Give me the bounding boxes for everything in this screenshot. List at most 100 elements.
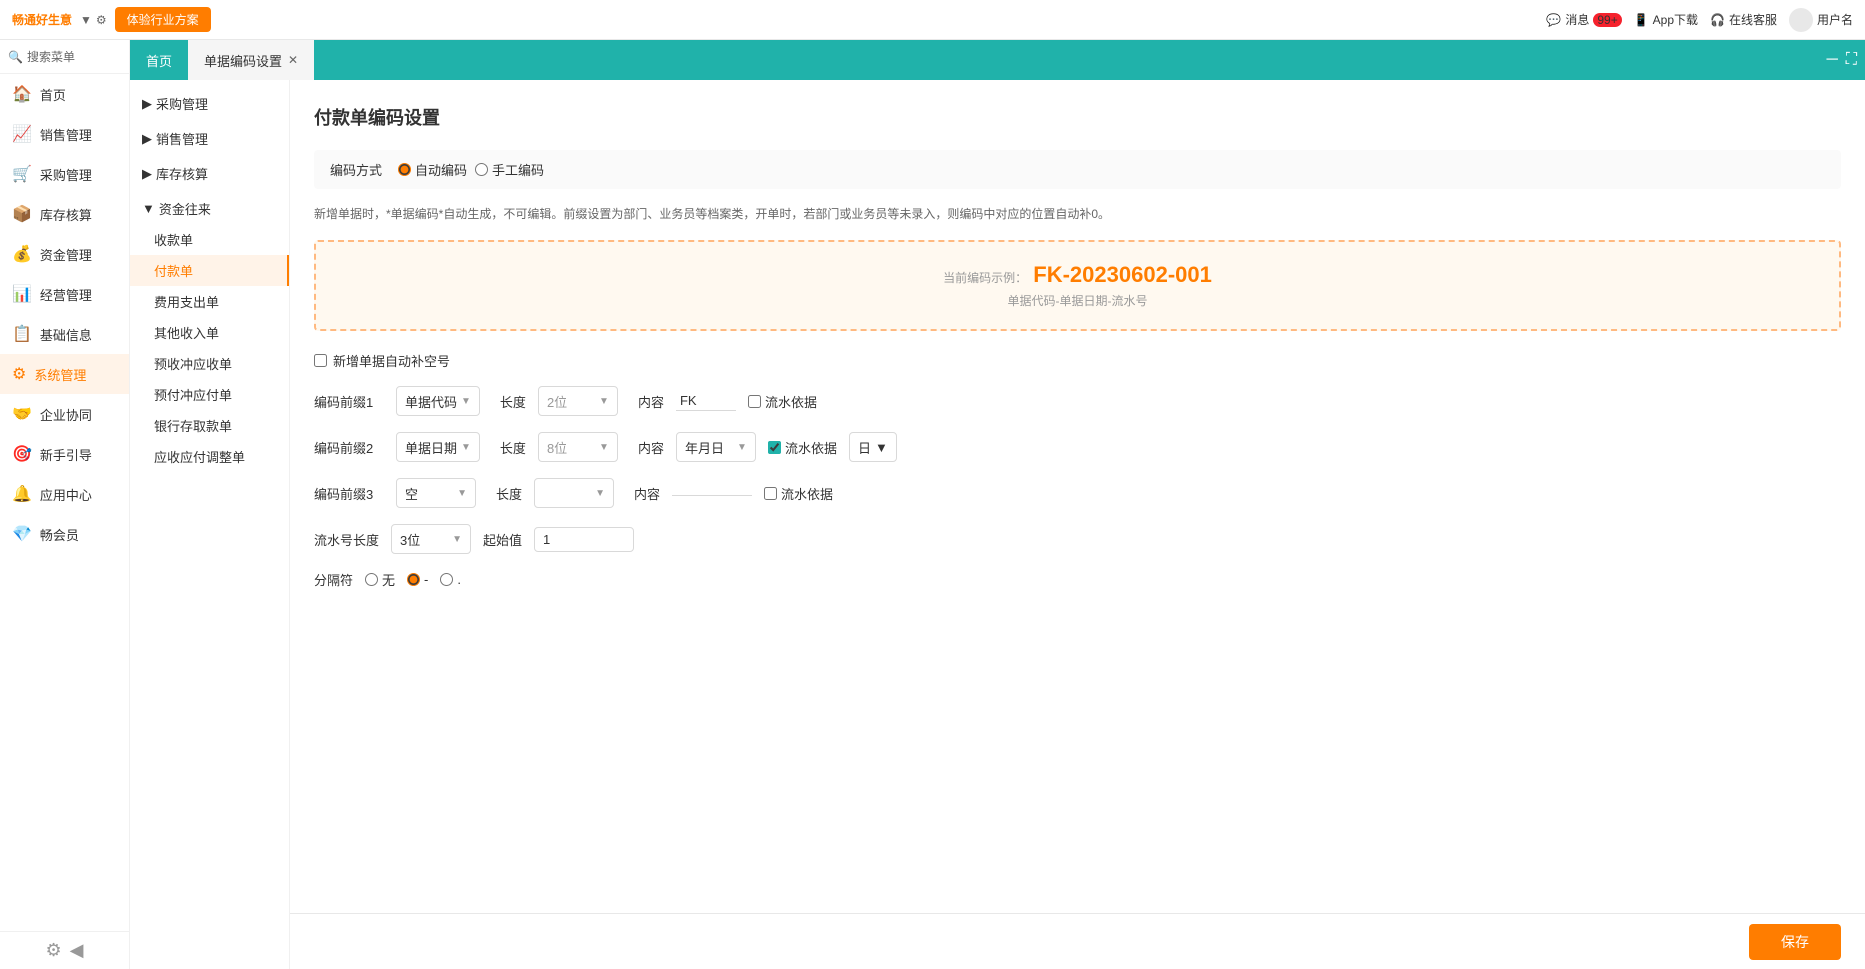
- user-info[interactable]: 用户名: [1789, 8, 1853, 32]
- sidebar-item-member[interactable]: 💎 畅会员: [0, 514, 129, 554]
- sec-item-prepay-ar[interactable]: 预收冲应收单: [130, 348, 289, 379]
- auto-fill-label: 新增单据自动补空号: [333, 351, 450, 370]
- prefix1-length-select[interactable]: 2位 ▼: [538, 386, 618, 416]
- app-download-button[interactable]: 📱 App下载: [1634, 11, 1698, 28]
- prefix3-select[interactable]: 空 ▼: [396, 478, 476, 508]
- auto-encode-radio[interactable]: [398, 163, 411, 176]
- serial-row: 流水号长度 3位 ▼ 起始值: [314, 524, 1841, 554]
- manual-encode-option[interactable]: 手工编码: [475, 160, 544, 179]
- message-badge: 99+: [1593, 13, 1621, 27]
- tab-minimize-icon[interactable]: ─: [1826, 51, 1837, 69]
- online-service-button[interactable]: 🎧 在线客服: [1710, 11, 1777, 28]
- sidebar-item-apps[interactable]: 🔔 应用中心: [0, 474, 129, 514]
- sep-dash-option[interactable]: -: [407, 572, 428, 587]
- sidebar-item-inventory[interactable]: 📦 库存核算: [0, 194, 129, 234]
- sec-header-capital[interactable]: ▼资金往来: [130, 193, 289, 224]
- sidebar: 🔍 搜索菜单 🏠 首页 📈 销售管理 🛒 采购管理 📦 库存核算 💰 资金管理 …: [0, 40, 130, 969]
- tab-close-icon[interactable]: ✕: [288, 53, 298, 67]
- sec-item-prepay-ap[interactable]: 预付冲应付单: [130, 379, 289, 410]
- sep-none-radio[interactable]: [365, 573, 378, 586]
- sidebar-item-home[interactable]: 🏠 首页: [0, 74, 129, 114]
- prefix2-day-select[interactable]: 日 ▼: [849, 432, 897, 462]
- basic-icon: 📋: [12, 324, 32, 344]
- manual-encode-radio[interactable]: [475, 163, 488, 176]
- tab-bar-right: ─ ⛶: [1826, 51, 1865, 69]
- sidebar-item-finance[interactable]: 💰 资金管理: [0, 234, 129, 274]
- main-layout: 🔍 搜索菜单 🏠 首页 📈 销售管理 🛒 采购管理 📦 库存核算 💰 资金管理 …: [0, 40, 1865, 969]
- sep-none-option[interactable]: 无: [365, 570, 395, 589]
- sidebar-item-system[interactable]: ⚙ 系统管理: [0, 354, 129, 394]
- serial-length-label: 流水号长度: [314, 530, 379, 549]
- prefix1-serial-checkbox[interactable]: [748, 395, 761, 408]
- sidebar-item-label: 库存核算: [40, 205, 92, 224]
- separator-label: 分隔符: [314, 570, 353, 589]
- nav-dropdown[interactable]: ▼: [80, 13, 92, 27]
- sidebar-item-guide[interactable]: 🎯 新手引导: [0, 434, 129, 474]
- tab-home[interactable]: 首页: [130, 40, 188, 80]
- sidebar-item-label: 系统管理: [34, 365, 86, 384]
- chevron-down-icon: ▼: [461, 396, 471, 407]
- sidebar-settings-icon[interactable]: ⚙: [46, 940, 62, 961]
- prefix1-length-label: 长度: [500, 392, 526, 411]
- prefix3-length-label: 长度: [496, 484, 522, 503]
- message-button[interactable]: 💬 消息 99+: [1546, 11, 1621, 28]
- tab-bar: 首页 单据编码设置 ✕ ─ ⛶: [130, 40, 1865, 80]
- sidebar-item-sales[interactable]: 📈 销售管理: [0, 114, 129, 154]
- sidebar-item-collab[interactable]: 🤝 企业协同: [0, 394, 129, 434]
- tab-expand-icon[interactable]: ⛶: [1846, 51, 1857, 69]
- sales-icon: 📈: [12, 124, 32, 144]
- chevron-down-icon: ▼: [875, 440, 888, 455]
- sec-item-payment[interactable]: 付款单: [130, 255, 289, 286]
- top-bar-left: 畅通好生意 ▼ ⚙ 体验行业方案: [12, 7, 1538, 32]
- sec-header-inventory[interactable]: ▶库存核算: [130, 158, 289, 189]
- auto-fill-checkbox[interactable]: [314, 354, 327, 367]
- guide-icon: 🎯: [12, 444, 32, 464]
- sep-dot-radio[interactable]: [440, 573, 453, 586]
- info-text: 新增单据时，*单据编码*自动生成，不可编辑。前缀设置为部门、业务员等档案类，开单…: [314, 205, 1841, 224]
- sidebar-item-operation[interactable]: 📊 经营管理: [0, 274, 129, 314]
- prefix1-select[interactable]: 单据代码 ▼: [396, 386, 480, 416]
- inventory-icon: 📦: [12, 204, 32, 224]
- sec-item-receipt[interactable]: 收款单: [130, 224, 289, 255]
- prefix2-length-select[interactable]: 8位 ▼: [538, 432, 618, 462]
- save-button[interactable]: 保存: [1749, 924, 1841, 960]
- prefix3-serial-checkbox[interactable]: [764, 487, 777, 500]
- prefix2-serial-checkbox[interactable]: [768, 441, 781, 454]
- serial-length-select[interactable]: 3位 ▼: [391, 524, 471, 554]
- sidebar-item-label: 基础信息: [40, 325, 92, 344]
- page-container: 付款单编码设置 编码方式 自动编码 手工编码: [290, 80, 1865, 913]
- chevron-down-icon: ▼: [737, 442, 747, 453]
- prefix1-content-value: FK: [676, 391, 736, 411]
- sep-dot-option[interactable]: .: [440, 572, 461, 587]
- sec-item-other-income[interactable]: 其他收入单: [130, 317, 289, 348]
- avatar: [1789, 8, 1813, 32]
- sidebar-item-label: 采购管理: [40, 165, 92, 184]
- sec-header-purchase[interactable]: ▶采购管理: [130, 88, 289, 119]
- prefix3-serial-group: 流水依据: [764, 484, 833, 503]
- sidebar-item-basic[interactable]: 📋 基础信息: [0, 314, 129, 354]
- tab-encode-settings[interactable]: 单据编码设置 ✕: [188, 40, 314, 80]
- sec-group-capital: ▼资金往来 收款单 付款单 费用支出单 其他收入单 预收冲应收单 预付冲应付单 …: [130, 193, 289, 472]
- serial-start-input[interactable]: [534, 527, 634, 552]
- sec-item-bank[interactable]: 银行存取款单: [130, 410, 289, 441]
- top-bar-nav: ▼ ⚙: [80, 13, 107, 27]
- prefix3-label: 编码前缀3: [314, 484, 384, 503]
- sep-dash-radio[interactable]: [407, 573, 420, 586]
- secondary-sidebar: ▶采购管理 ▶销售管理 ▶库存核算: [130, 80, 290, 969]
- sidebar-item-label: 应用中心: [40, 485, 92, 504]
- sidebar-search[interactable]: 🔍 搜索菜单: [0, 40, 129, 74]
- prefix2-content-select[interactable]: 年月日 ▼: [676, 432, 756, 462]
- sidebar-collapse-icon[interactable]: ◀: [70, 940, 84, 961]
- settings-icon[interactable]: ⚙: [96, 13, 107, 27]
- prefix2-select[interactable]: 单据日期 ▼: [396, 432, 480, 462]
- sec-header-sales[interactable]: ▶销售管理: [130, 123, 289, 154]
- sidebar-item-label: 新手引导: [40, 445, 92, 464]
- auto-encode-option[interactable]: 自动编码: [398, 160, 467, 179]
- trial-button[interactable]: 体验行业方案: [115, 7, 211, 32]
- sec-item-adjust[interactable]: 应收应付调整单: [130, 441, 289, 472]
- sec-item-expense[interactable]: 费用支出单: [130, 286, 289, 317]
- content-area: 首页 单据编码设置 ✕ ─ ⛶ ▶采购管理: [130, 40, 1865, 969]
- prefix3-length-select[interactable]: ▼: [534, 478, 614, 508]
- serial-start-label: 起始值: [483, 530, 522, 549]
- sidebar-item-purchase[interactable]: 🛒 采购管理: [0, 154, 129, 194]
